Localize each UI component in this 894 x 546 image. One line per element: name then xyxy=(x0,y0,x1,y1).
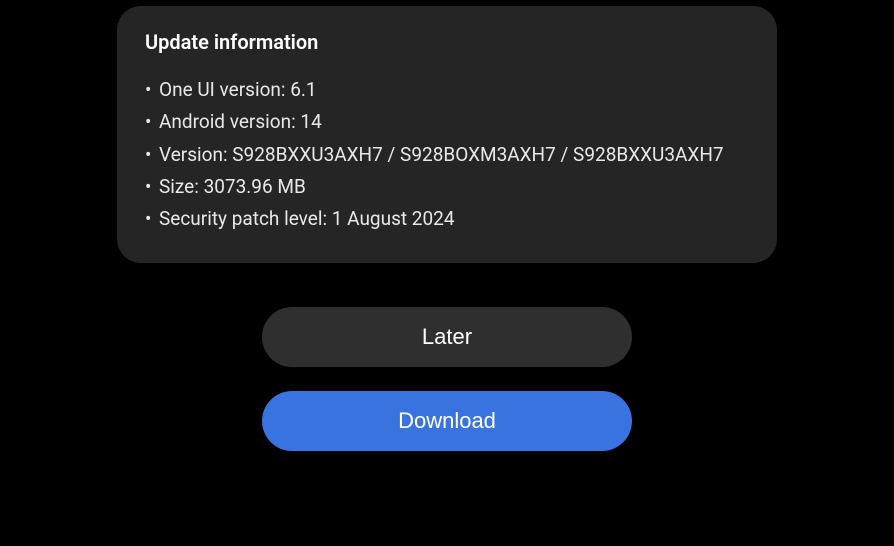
update-info-list: One UI version: 6.1 Android version: 14 … xyxy=(145,74,749,235)
build-version: Version: S928BXXU3AXH7 / S928BOXM3AXH7 /… xyxy=(145,139,749,171)
one-ui-version: One UI version: 6.1 xyxy=(145,74,749,106)
android-version: Android version: 14 xyxy=(145,106,749,138)
update-info-card: Update information One UI version: 6.1 A… xyxy=(117,6,777,263)
button-container: Later Download xyxy=(262,307,632,451)
update-size: Size: 3073.96 MB xyxy=(145,171,749,203)
security-patch-level: Security patch level: 1 August 2024 xyxy=(145,203,749,235)
later-button[interactable]: Later xyxy=(262,307,632,367)
download-button[interactable]: Download xyxy=(262,391,632,451)
update-info-heading: Update information xyxy=(145,30,749,54)
